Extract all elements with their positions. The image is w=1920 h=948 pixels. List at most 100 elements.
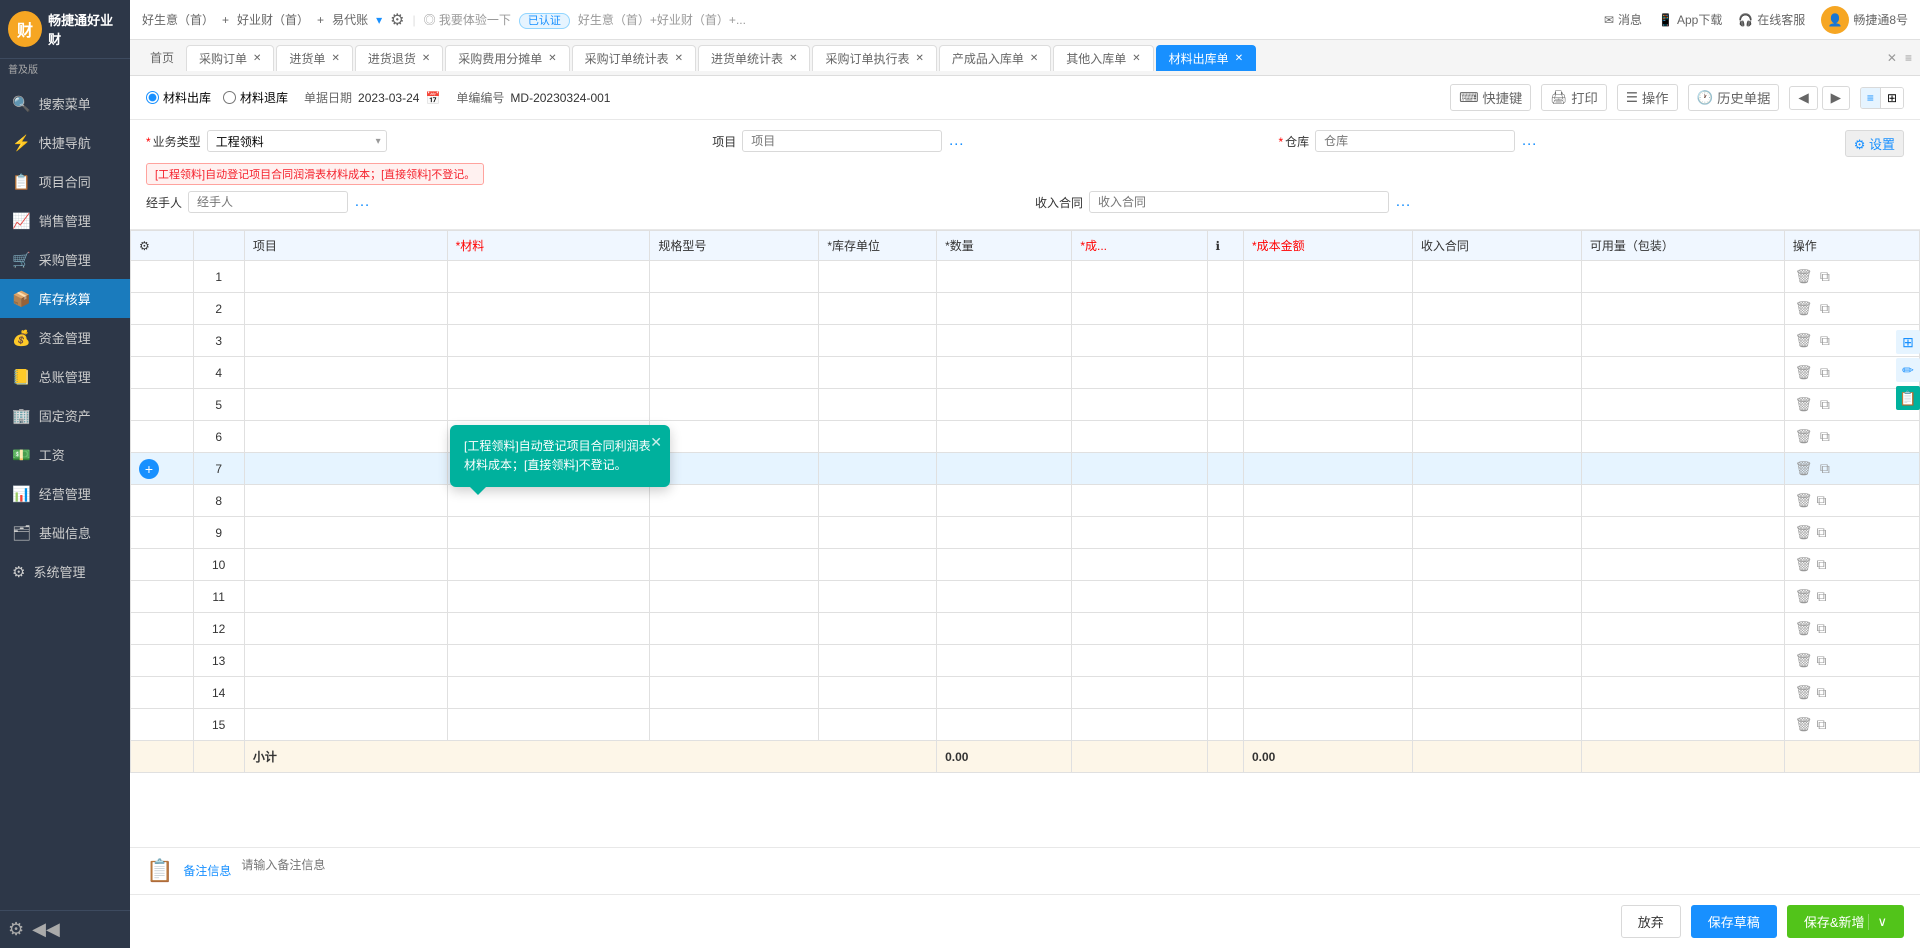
td-material[interactable] xyxy=(447,613,650,645)
tab-purchase-expense[interactable]: 采购费用分摊单 ✕ xyxy=(445,45,569,71)
copy-btn[interactable]: ⧉ xyxy=(1820,300,1830,316)
td-available[interactable] xyxy=(1581,581,1784,613)
print-btn[interactable]: 🖨 打印 xyxy=(1541,84,1607,111)
td-project[interactable] xyxy=(244,485,447,517)
td-cost-amount[interactable] xyxy=(1243,293,1412,325)
td-material[interactable] xyxy=(447,293,650,325)
nav-more-btn[interactable]: ▾ xyxy=(376,13,382,27)
form-settings-btn[interactable]: ⚙ 设置 xyxy=(1845,130,1904,157)
copy-btn[interactable]: ⧉ xyxy=(1816,524,1826,540)
td-cost[interactable] xyxy=(1072,549,1207,581)
td-project[interactable] xyxy=(244,357,447,389)
td-unit[interactable] xyxy=(819,389,937,421)
tab-inbound-stat-close[interactable]: ✕ xyxy=(789,53,797,64)
copy-btn[interactable]: ⧉ xyxy=(1816,620,1826,636)
td-available[interactable] xyxy=(1581,517,1784,549)
copy-btn[interactable]: ⧉ xyxy=(1820,396,1830,412)
sidebar-item-inventory[interactable]: 📦 库存核算 xyxy=(0,279,130,318)
td-available[interactable] xyxy=(1581,421,1784,453)
td-spec[interactable] xyxy=(650,517,819,549)
project-more-btn[interactable]: … xyxy=(948,132,964,150)
td-material[interactable] xyxy=(447,389,650,421)
tab-purchase-expense-close[interactable]: ✕ xyxy=(548,53,556,64)
td-cost-amount[interactable] xyxy=(1243,613,1412,645)
td-spec[interactable] xyxy=(650,485,819,517)
td-available[interactable] xyxy=(1581,261,1784,293)
td-available[interactable] xyxy=(1581,613,1784,645)
td-contract[interactable] xyxy=(1412,389,1581,421)
handler-more-btn[interactable]: … xyxy=(354,193,370,211)
td-cost-amount[interactable] xyxy=(1243,325,1412,357)
td-contract[interactable] xyxy=(1412,581,1581,613)
td-qty[interactable] xyxy=(937,645,1072,677)
sidebar-item-basic[interactable]: 🗂 基础信息 xyxy=(0,513,130,552)
td-available[interactable] xyxy=(1581,389,1784,421)
td-material[interactable] xyxy=(447,549,650,581)
delete-btn[interactable]: 🗑 xyxy=(1795,300,1813,316)
td-project-active[interactable] xyxy=(244,453,447,485)
td-project[interactable] xyxy=(244,293,447,325)
delete-btn[interactable]: 🗑 xyxy=(1795,588,1813,604)
td-cost-amount[interactable] xyxy=(1243,517,1412,549)
radio-return-input[interactable] xyxy=(223,91,236,104)
td-material[interactable] xyxy=(447,517,650,549)
user-area[interactable]: 👤 畅捷通8号 xyxy=(1821,6,1908,34)
td-qty-active[interactable] xyxy=(937,453,1072,485)
radio-out-input[interactable] xyxy=(146,91,159,104)
save-draft-btn[interactable]: 保存草稿 xyxy=(1691,905,1777,938)
td-qty[interactable] xyxy=(937,613,1072,645)
tab-inbound-stat[interactable]: 进货单统计表 ✕ xyxy=(698,45,810,71)
td-material[interactable] xyxy=(447,261,650,293)
td-material[interactable] xyxy=(447,677,650,709)
td-project[interactable] xyxy=(244,517,447,549)
copy-btn[interactable]: ⧉ xyxy=(1820,364,1830,380)
tab-inbound[interactable]: 进货单 ✕ xyxy=(276,45,352,71)
warehouse-input[interactable] xyxy=(1315,130,1515,152)
td-add-btn-cell[interactable]: + xyxy=(131,453,194,485)
td-contract[interactable] xyxy=(1412,709,1581,741)
app-download-btn[interactable]: 📱 App下载 xyxy=(1658,11,1722,28)
td-cost-amount[interactable] xyxy=(1243,581,1412,613)
td-unit[interactable] xyxy=(819,293,937,325)
td-unit[interactable] xyxy=(819,421,937,453)
tab-purchase-exec-close[interactable]: ✕ xyxy=(915,53,923,64)
tab-bar-close-btn[interactable]: ✕ xyxy=(1887,51,1897,65)
td-project[interactable] xyxy=(244,645,447,677)
td-unit[interactable] xyxy=(819,485,937,517)
tab-other-in-close[interactable]: ✕ xyxy=(1132,53,1140,64)
sidebar-item-ledger[interactable]: 📒 总账管理 xyxy=(0,357,130,396)
tab-bar-more-btn[interactable]: ≡ xyxy=(1905,51,1912,65)
sidebar-item-search[interactable]: 🔍 搜索菜单 xyxy=(0,84,130,123)
td-cost[interactable] xyxy=(1072,517,1207,549)
td-unit[interactable] xyxy=(819,517,937,549)
nav-haoyecai[interactable]: 好业财（首） xyxy=(237,11,309,28)
td-unit[interactable] xyxy=(819,613,937,645)
td-available[interactable] xyxy=(1581,325,1784,357)
td-qty[interactable] xyxy=(937,389,1072,421)
td-spec[interactable] xyxy=(650,389,819,421)
project-input[interactable] xyxy=(742,130,942,152)
right-tool-3[interactable]: 📋 xyxy=(1896,386,1920,410)
td-spec[interactable] xyxy=(650,293,819,325)
td-spec[interactable] xyxy=(650,677,819,709)
copy-btn[interactable]: ⧉ xyxy=(1816,652,1826,668)
copy-btn-active[interactable]: ⧉ xyxy=(1820,460,1830,476)
td-spec[interactable] xyxy=(650,645,819,677)
td-contract[interactable] xyxy=(1412,325,1581,357)
sidebar-collapse-btn[interactable]: ◀◀ xyxy=(32,919,60,940)
tab-home[interactable]: 首页 xyxy=(138,45,186,70)
td-cost[interactable] xyxy=(1072,261,1207,293)
copy-btn[interactable]: ⧉ xyxy=(1816,492,1826,508)
tab-inbound-return-close[interactable]: ✕ xyxy=(422,53,430,64)
delete-btn[interactable]: 🗑 xyxy=(1795,684,1813,700)
td-contract[interactable] xyxy=(1412,293,1581,325)
td-cost-amount[interactable] xyxy=(1243,709,1412,741)
td-spec[interactable] xyxy=(650,549,819,581)
td-cost[interactable] xyxy=(1072,421,1207,453)
td-project[interactable] xyxy=(244,581,447,613)
td-contract[interactable] xyxy=(1412,517,1581,549)
nav-settings-icon[interactable]: ⚙ xyxy=(390,10,404,30)
td-project[interactable] xyxy=(244,261,447,293)
td-cost-active[interactable] xyxy=(1072,453,1207,485)
business-type-input[interactable] xyxy=(207,130,387,152)
